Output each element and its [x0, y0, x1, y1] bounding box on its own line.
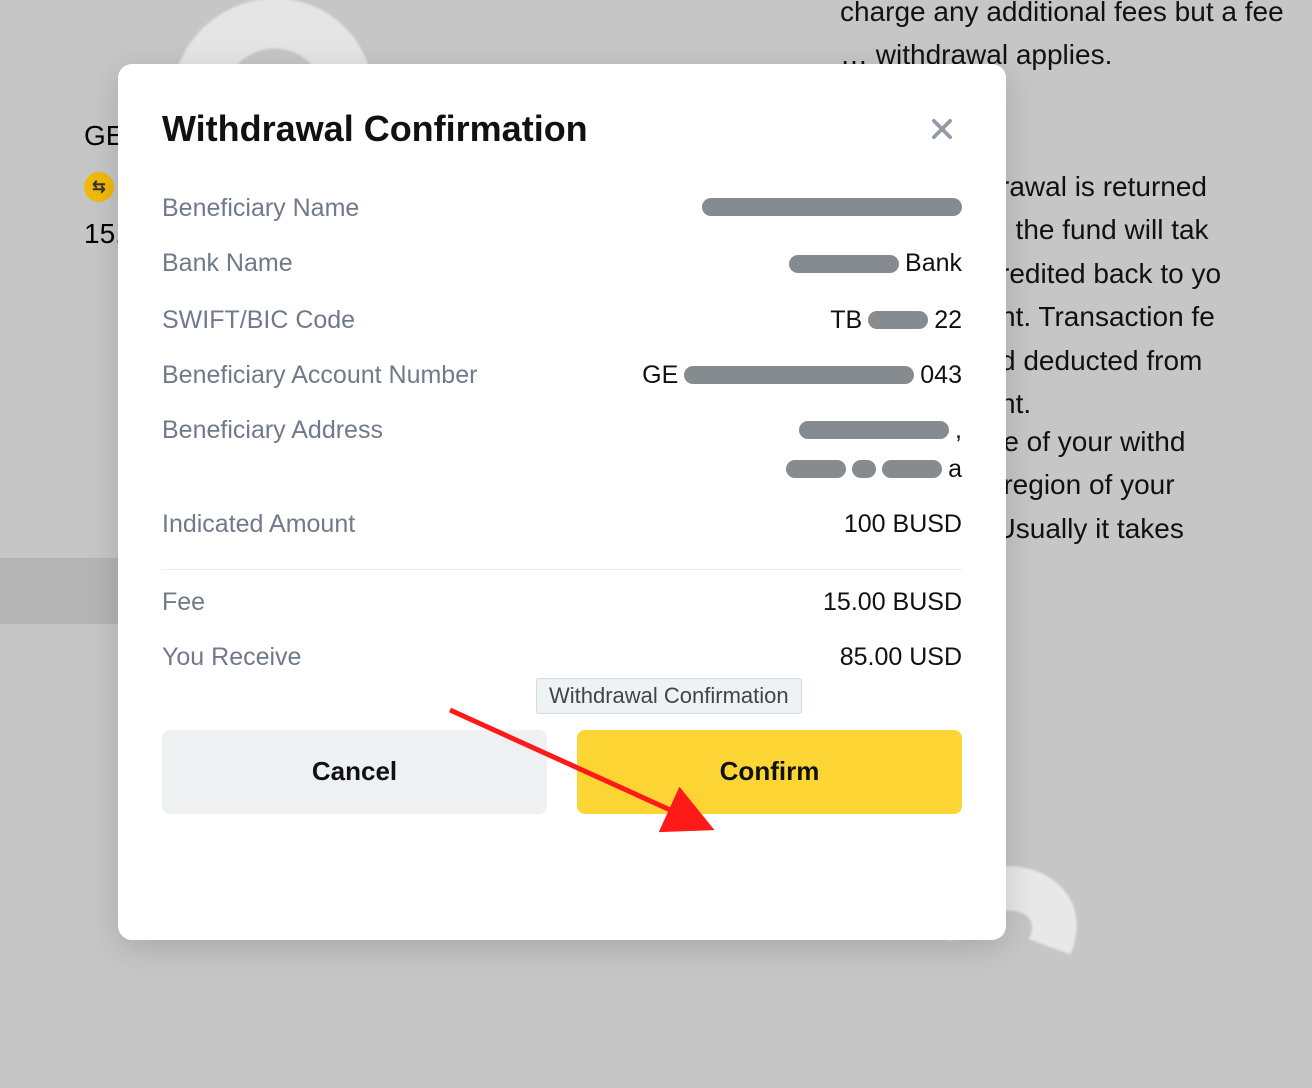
label-indicated-amount: Indicated Amount: [162, 510, 355, 539]
row-beneficiary-name: Beneficiary Name: [162, 194, 962, 223]
value-bank-name: Bank: [789, 249, 962, 280]
tooltip-withdrawal-confirmation: Withdrawal Confirmation: [536, 678, 802, 714]
redacted: [702, 198, 962, 216]
value-beneficiary-address: , a: [786, 416, 962, 484]
withdrawal-confirmation-dialog: Withdrawal Confirmation Beneficiary Name…: [118, 64, 1006, 940]
label-bank-name: Bank Name: [162, 249, 293, 278]
redacted: [789, 255, 899, 273]
cancel-button[interactable]: Cancel: [162, 730, 547, 814]
confirm-button[interactable]: Confirm: [577, 730, 962, 814]
row-swift: SWIFT/BIC Code TB22: [162, 306, 962, 335]
value-you-receive: 85.00 USD: [840, 643, 962, 672]
value-beneficiary-name: [702, 194, 962, 223]
label-you-receive: You Receive: [162, 643, 301, 672]
redacted: [852, 460, 876, 478]
redacted: [684, 366, 914, 384]
label-swift: SWIFT/BIC Code: [162, 306, 355, 335]
value-indicated-amount: 100 BUSD: [844, 510, 962, 539]
row-account-number: Beneficiary Account Number GE043: [162, 361, 962, 390]
redacted: [799, 421, 949, 439]
row-fee: Fee 15.00 BUSD: [162, 588, 962, 617]
value-fee: 15.00 BUSD: [823, 588, 962, 617]
label-account-number: Beneficiary Account Number: [162, 361, 477, 390]
background-tab-strip: [0, 558, 120, 624]
row-bank-name: Bank Name Bank: [162, 249, 962, 280]
background-text-mid: rawal is returned , the fund will tak re…: [1000, 165, 1312, 425]
row-indicated-amount: Indicated Amount 100 BUSD: [162, 510, 962, 539]
value-account-number: GE043: [642, 361, 962, 390]
background-text-lower: me of your withd e region of your . Usua…: [980, 420, 1312, 550]
row-you-receive: You Receive 85.00 USD: [162, 643, 962, 672]
label-beneficiary-address: Beneficiary Address: [162, 416, 383, 445]
label-beneficiary-name: Beneficiary Name: [162, 194, 359, 223]
value-swift: TB22: [830, 306, 962, 335]
redacted: [868, 311, 928, 329]
redacted: [882, 460, 942, 478]
label-fee: Fee: [162, 588, 205, 617]
row-beneficiary-address: Beneficiary Address , a: [162, 416, 962, 484]
dialog-title: Withdrawal Confirmation: [162, 108, 588, 150]
close-icon[interactable]: [922, 109, 962, 149]
redacted: [786, 460, 846, 478]
swap-icon: ⇆: [84, 172, 114, 202]
divider: [162, 569, 962, 570]
